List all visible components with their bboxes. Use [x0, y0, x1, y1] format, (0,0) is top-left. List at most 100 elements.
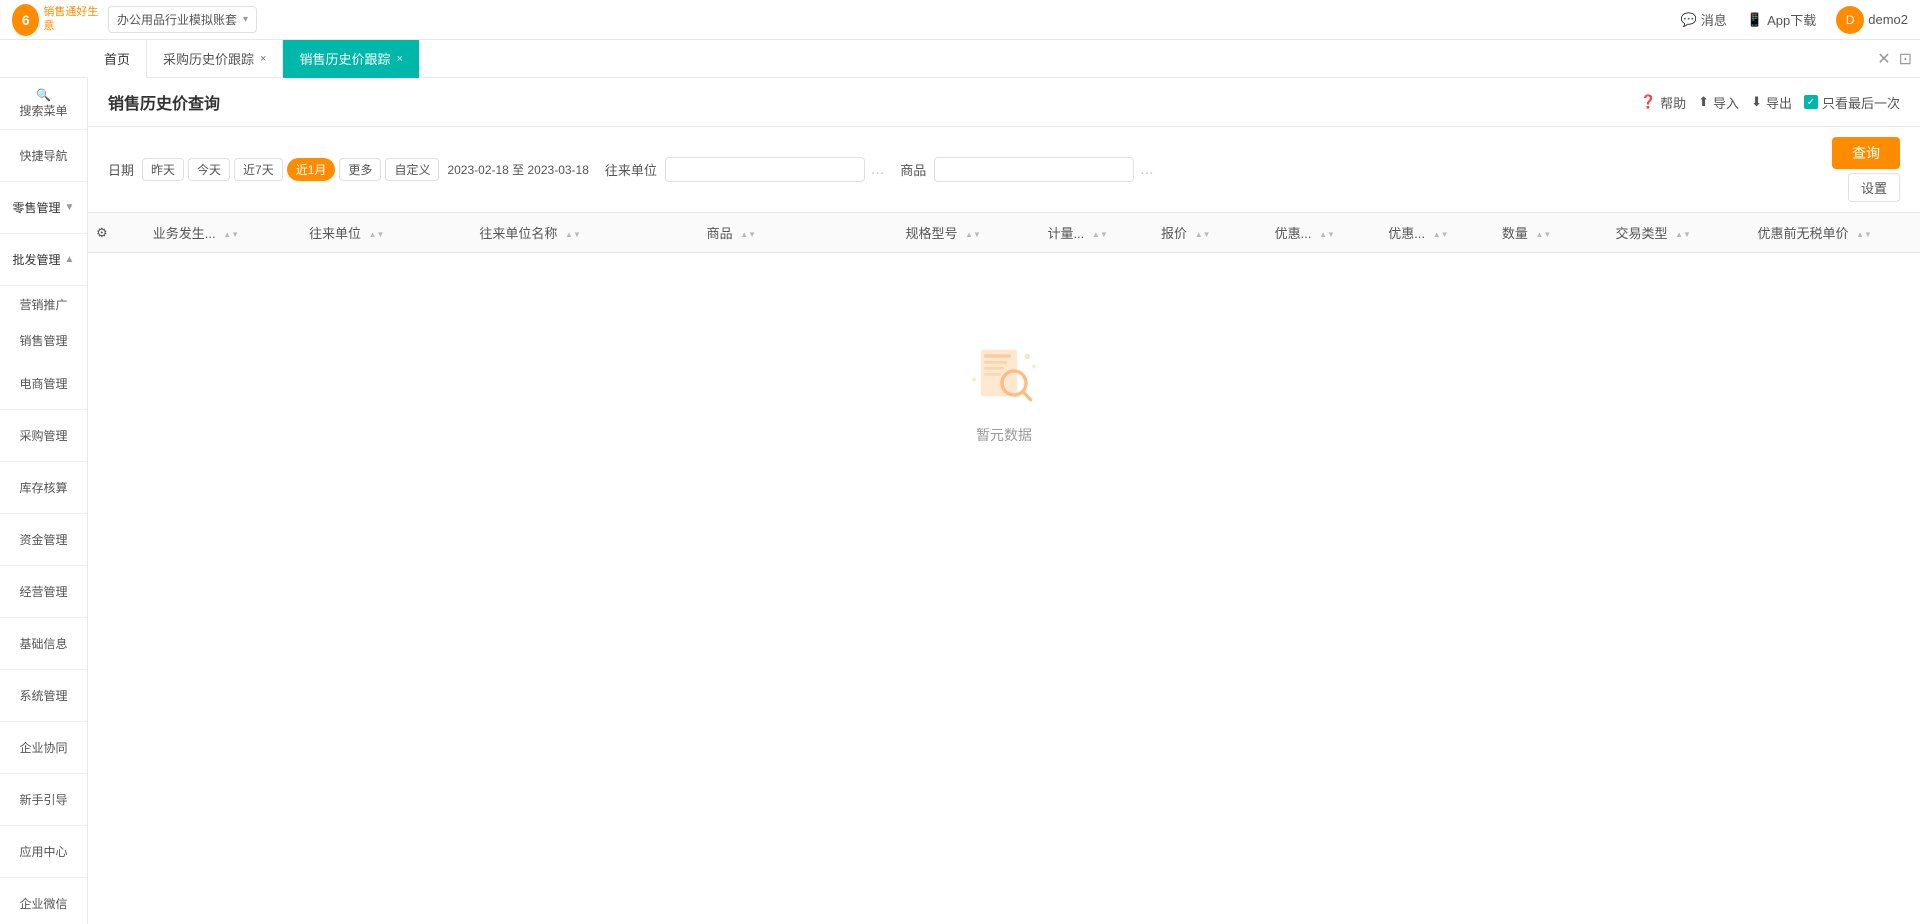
col-tax-price[interactable]: 优惠前无税单价 ▲▼	[1749, 213, 1920, 253]
page-header-actions: ❓ 帮助 ⬆ 导入 ⬇ 导出 ✓ 只看最后一次	[1640, 93, 1900, 112]
product-dots-icon[interactable]: ...	[1140, 161, 1153, 179]
only-last-checkbox[interactable]: ✓	[1804, 95, 1818, 109]
top-bar: 6 销售通好生意 办公用品行业模拟账套 ▾ 💬 消息 📱 App下载 D dem…	[0, 0, 1920, 40]
enterprise-label: 企业协同	[19, 739, 67, 756]
sidebar-item-wechat[interactable]: 企业微信	[0, 878, 87, 924]
sidebar-item-basic-info[interactable]: 基础信息	[0, 618, 87, 670]
tab-purchase-history-close-icon[interactable]: ×	[260, 53, 266, 65]
import-action[interactable]: ⬆ 导入	[1698, 93, 1739, 112]
sidebar-item-quicknav[interactable]: 快捷导航	[0, 130, 87, 182]
user-name: demo2	[1868, 12, 1908, 27]
tab-sales-history-close-icon[interactable]: ×	[396, 53, 402, 65]
sidebar: 🔍 搜索菜单 快捷导航 零售管理 ▼ 批发管理 ▲ 营销推广 销售管理 电商管理	[0, 78, 88, 924]
sidebar-item-finance[interactable]: 资金管理	[0, 514, 87, 566]
partner-input-group: ...	[665, 157, 884, 182]
help-action[interactable]: ❓ 帮助	[1640, 93, 1686, 112]
sidebar-item-system[interactable]: 系统管理	[0, 670, 87, 722]
col-spec[interactable]: 规格型号 ▲▼	[897, 213, 1039, 253]
export-action[interactable]: ⬇ 导出	[1751, 93, 1792, 112]
sidebar-item-app-center[interactable]: 应用中心	[0, 826, 87, 878]
app-download-icon: 📱	[1747, 12, 1763, 28]
quicknav-label: 快捷导航	[19, 147, 67, 164]
logo-area: 6 销售通好生意	[12, 4, 100, 36]
date-btn-custom[interactable]: 自定义	[385, 158, 439, 181]
date-btn-today[interactable]: 今天	[188, 158, 230, 181]
sidebar-item-purchase[interactable]: 采购管理	[0, 410, 87, 462]
sales-mgmt-label: 销售管理	[19, 332, 67, 349]
tab-sales-history[interactable]: 销售历史价跟踪 ×	[283, 40, 419, 78]
col-discount1[interactable]: 优惠... ▲▼	[1267, 213, 1381, 253]
import-icon: ⬆	[1698, 94, 1709, 110]
sidebar-item-guide[interactable]: 新手引导	[0, 774, 87, 826]
sidebar-item-search[interactable]: 🔍 搜索菜单	[0, 78, 87, 130]
tab-home[interactable]: 首页	[88, 40, 147, 78]
sort-trade-type-icon: ▲▼	[1675, 230, 1691, 239]
col-product[interactable]: 商品 ▲▼	[699, 213, 898, 253]
date-btn-yesterday[interactable]: 昨天	[142, 158, 184, 181]
search-icon: 🔍	[36, 88, 51, 102]
help-icon: ❓	[1640, 94, 1656, 110]
app-center-label: 应用中心	[19, 843, 67, 860]
date-btn-last7days[interactable]: 近7天	[234, 158, 283, 181]
query-button[interactable]: 查询	[1832, 137, 1900, 169]
tab-restore-button[interactable]: ⊡	[1899, 49, 1912, 69]
date-btn-last1month[interactable]: 近1月	[287, 158, 336, 181]
sidebar-item-ecommerce[interactable]: 电商管理	[0, 358, 87, 410]
partner-filter-group: 往来单位 ...	[605, 157, 884, 182]
col-partner-name[interactable]: 往来单位名称 ▲▼	[471, 213, 698, 253]
partner-label: 往来单位	[605, 160, 657, 179]
col-trade-type[interactable]: 交易类型 ▲▼	[1607, 213, 1749, 253]
empty-text: 暂元数据	[976, 425, 1032, 445]
product-input-group: ...	[934, 157, 1153, 182]
col-price[interactable]: 报价 ▲▼	[1153, 213, 1267, 253]
partner-input[interactable]	[665, 157, 865, 182]
sidebar-item-inventory[interactable]: 库存核算	[0, 462, 87, 514]
tab-purchase-history[interactable]: 采购历史价跟踪 ×	[147, 40, 283, 78]
message-action[interactable]: 💬 消息	[1681, 10, 1727, 29]
table-header: ⚙ 业务发生... ▲▼ 往来单位 ▲▼ 往来单位	[88, 213, 1920, 253]
only-last-checkbox-label[interactable]: ✓ 只看最后一次	[1804, 93, 1900, 112]
sidebar-item-marketing[interactable]: 营销推广	[0, 286, 87, 322]
wechat-label: 企业微信	[19, 895, 67, 912]
app-download-label: App下载	[1767, 10, 1816, 29]
sidebar-item-retail[interactable]: 零售管理 ▼	[0, 182, 87, 234]
product-filter-group: 商品 ...	[900, 157, 1153, 182]
col-qty[interactable]: 数量 ▲▼	[1494, 213, 1608, 253]
product-label: 商品	[900, 160, 926, 179]
sidebar-item-sales-mgmt[interactable]: 销售管理	[0, 322, 87, 358]
inventory-label: 库存核算	[19, 479, 67, 496]
date-btn-more[interactable]: 更多	[339, 158, 381, 181]
user-action[interactable]: D demo2	[1836, 6, 1908, 34]
col-gear[interactable]: ⚙	[88, 213, 145, 253]
content-area: 销售历史价查询 ❓ 帮助 ⬆ 导入 ⬇ 导出 ✓	[88, 78, 1920, 924]
sidebar-item-operations[interactable]: 经营管理	[0, 566, 87, 618]
product-input[interactable]	[934, 157, 1134, 182]
set-button[interactable]: 设置	[1848, 173, 1900, 202]
col-discount2[interactable]: 优惠... ▲▼	[1380, 213, 1494, 253]
partner-dots-icon[interactable]: ...	[871, 161, 884, 179]
table-container: ⚙ 业务发生... ▲▼ 往来单位 ▲▼ 往来单位	[88, 213, 1920, 924]
message-icon: 💬	[1681, 12, 1697, 28]
app-download-action[interactable]: 📱 App下载	[1747, 10, 1816, 29]
tab-close-all-button[interactable]: ✕	[1877, 49, 1890, 69]
page-header: 销售历史价查询 ❓ 帮助 ⬆ 导入 ⬇ 导出 ✓	[88, 78, 1920, 127]
sidebar-item-wholesale[interactable]: 批发管理 ▲	[0, 234, 87, 286]
col-unit[interactable]: 计量... ▲▼	[1039, 213, 1153, 253]
sort-unit-icon: ▲▼	[1092, 230, 1108, 239]
filter-action-group: 查询 设置	[1832, 137, 1900, 202]
sidebar-item-enterprise[interactable]: 企业协同	[0, 722, 87, 774]
sort-product-icon: ▲▼	[740, 230, 756, 239]
basic-info-label: 基础信息	[19, 635, 67, 652]
date-buttons: 昨天 今天 近7天 近1月 更多 自定义	[142, 158, 439, 181]
empty-data-illustration	[964, 333, 1044, 413]
sort-partner-code-icon: ▲▼	[369, 230, 385, 239]
app-logo-text: 销售通好生意	[43, 6, 100, 32]
col-partner-code[interactable]: 往来单位 ▲▼	[301, 213, 471, 253]
help-label: 帮助	[1660, 93, 1686, 112]
sort-discount1-icon: ▲▼	[1319, 230, 1335, 239]
top-bar-actions: 💬 消息 📱 App下载 D demo2	[1681, 6, 1908, 34]
sort-biz-date-icon: ▲▼	[223, 230, 239, 239]
col-biz-date[interactable]: 业务发生... ▲▼	[145, 213, 301, 253]
marketing-label: 营销推广	[19, 296, 67, 313]
workspace-selector[interactable]: 办公用品行业模拟账套 ▾	[108, 6, 257, 33]
